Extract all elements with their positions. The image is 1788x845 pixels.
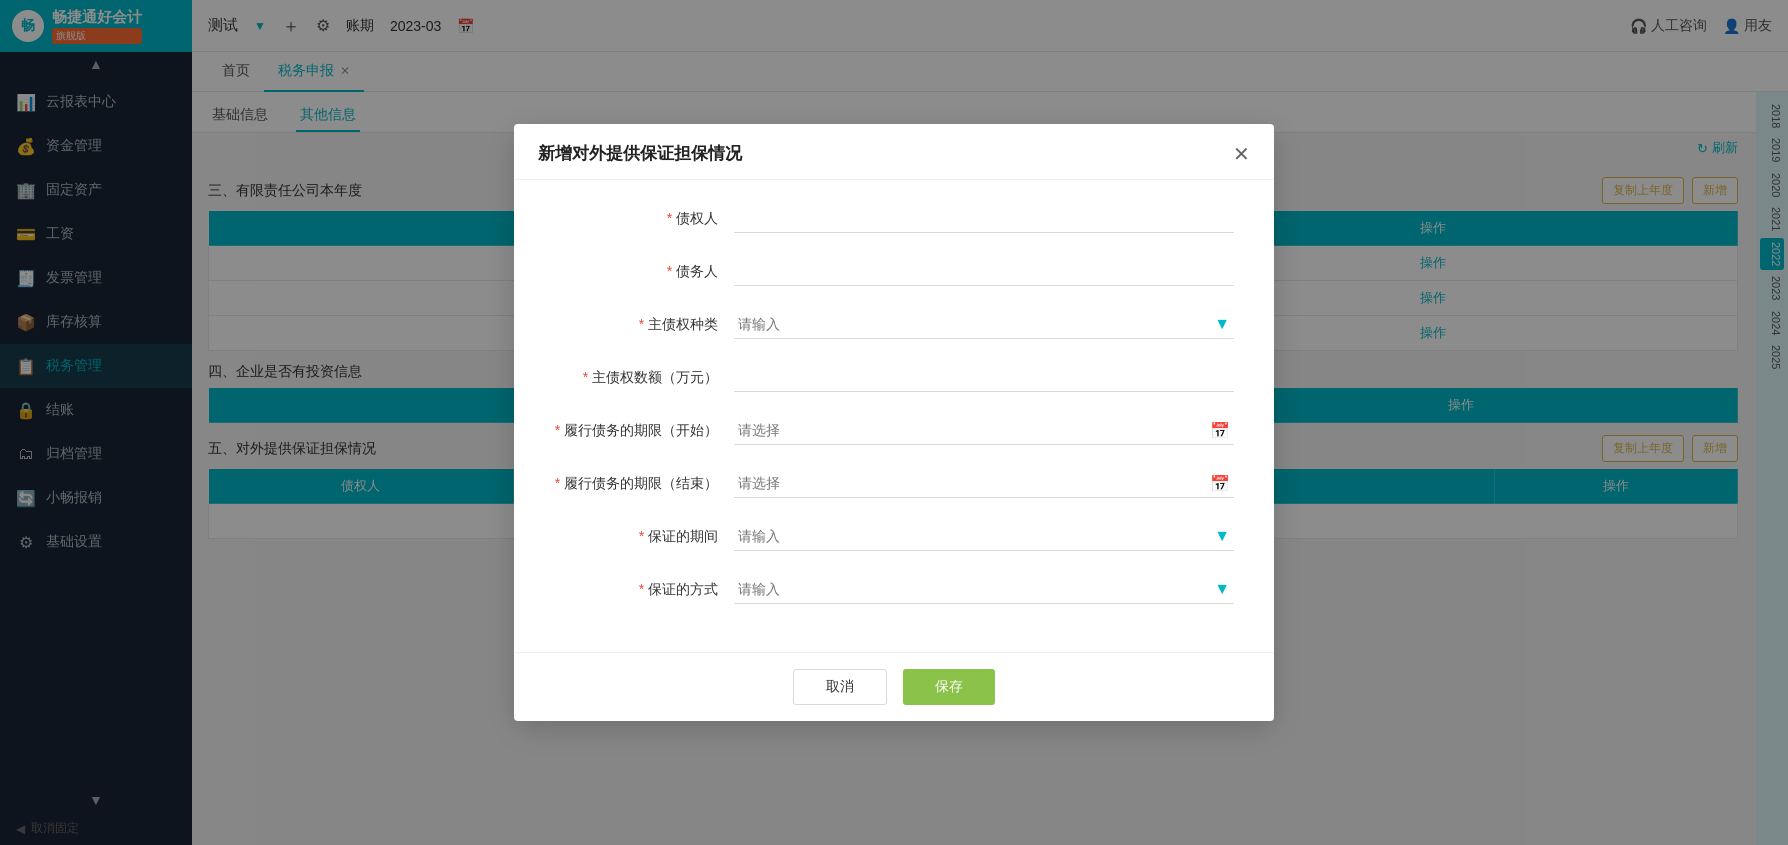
debt-type-select-wrap: ▼ [734,310,1234,339]
period-end-input[interactable] [734,469,1206,497]
required-mark: * [639,581,644,597]
guarantee-period-select-wrap: ▼ [734,522,1234,551]
modal-header: 新增对外提供保证担保情况 ✕ [514,124,1274,180]
save-button[interactable]: 保存 [903,669,995,705]
required-mark: * [639,316,644,332]
required-mark: * [555,475,560,491]
period-end-label: * 履行债务的期限（结束） [554,475,734,493]
form-row-debtor: * 债务人 [554,257,1234,286]
debtor-input[interactable] [734,257,1234,286]
guarantee-period-chevron-icon[interactable]: ▼ [1210,527,1234,545]
guarantee-method-label: * 保证的方式 [554,581,734,599]
required-mark: * [583,369,588,385]
required-mark: * [667,210,672,226]
modal-close-button[interactable]: ✕ [1233,144,1250,164]
debt-type-input[interactable] [734,310,1210,338]
modal-dialog: 新增对外提供保证担保情况 ✕ * 债权人 * 债务人 [514,124,1274,721]
form-row-guarantee-period: * 保证的期间 ▼ [554,522,1234,551]
modal-overlay: 新增对外提供保证担保情况 ✕ * 债权人 * 债务人 [0,0,1788,845]
debt-amount-input[interactable] [734,363,1234,392]
debt-type-chevron-icon[interactable]: ▼ [1210,315,1234,333]
form-row-guarantee-method: * 保证的方式 ▼ [554,575,1234,604]
cancel-button[interactable]: 取消 [793,669,887,705]
form-row-creditor: * 债权人 [554,204,1234,233]
period-start-label: * 履行债务的期限（开始） [554,422,734,440]
period-start-date-wrap: 📅 [734,416,1234,445]
required-mark: * [639,528,644,544]
guarantee-method-input[interactable] [734,575,1210,603]
required-mark: * [667,263,672,279]
guarantee-method-chevron-icon[interactable]: ▼ [1210,580,1234,598]
period-start-input[interactable] [734,416,1206,444]
debt-amount-label: * 主债权数额（万元） [554,369,734,387]
guarantee-period-input[interactable] [734,522,1210,550]
creditor-input[interactable] [734,204,1234,233]
period-end-calendar-icon[interactable]: 📅 [1206,474,1234,493]
form-row-debt-amount: * 主债权数额（万元） [554,363,1234,392]
modal-footer: 取消 保存 [514,652,1274,721]
form-row-period-end: * 履行债务的期限（结束） 📅 [554,469,1234,498]
creditor-label: * 债权人 [554,210,734,228]
form-row-period-start: * 履行债务的期限（开始） 📅 [554,416,1234,445]
debt-type-label: * 主债权种类 [554,316,734,334]
modal-body: * 债权人 * 债务人 * 主债权种类 [514,180,1274,652]
debtor-label: * 债务人 [554,263,734,281]
form-row-debt-type: * 主债权种类 ▼ [554,310,1234,339]
guarantee-method-select-wrap: ▼ [734,575,1234,604]
period-end-date-wrap: 📅 [734,469,1234,498]
modal-title: 新增对外提供保证担保情况 [538,142,742,165]
required-mark: * [555,422,560,438]
period-start-calendar-icon[interactable]: 📅 [1206,421,1234,440]
guarantee-period-label: * 保证的期间 [554,528,734,546]
